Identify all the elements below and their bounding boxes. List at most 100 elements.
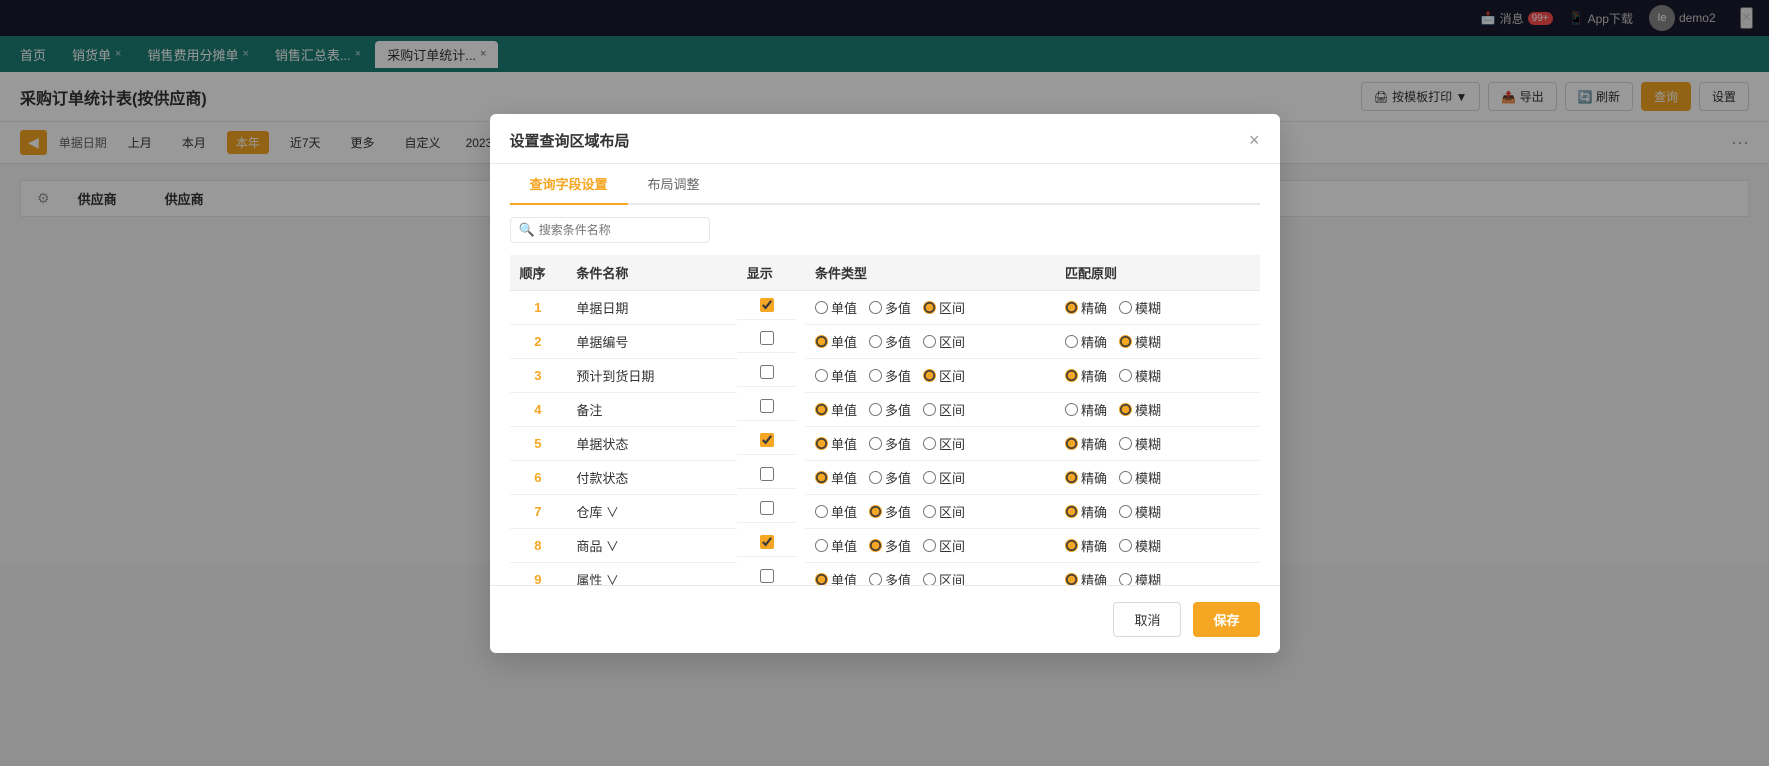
type-range-label[interactable]: 区间 — [923, 502, 965, 521]
type-range-label[interactable]: 区间 — [923, 536, 965, 555]
match-fuzzy-label[interactable]: 模糊 — [1119, 502, 1161, 521]
match-fuzzy-label[interactable]: 模糊 — [1119, 400, 1161, 419]
type-range-radio[interactable] — [923, 539, 936, 552]
match-fuzzy-radio[interactable] — [1119, 403, 1132, 416]
type-range-radio[interactable] — [923, 403, 936, 416]
type-single-label[interactable]: 单值 — [815, 298, 857, 317]
display-checkbox[interactable] — [760, 399, 774, 413]
match-exact-radio[interactable] — [1065, 539, 1078, 552]
type-multi-radio[interactable] — [869, 369, 882, 382]
type-single-radio[interactable] — [815, 539, 828, 552]
match-fuzzy-radio[interactable] — [1119, 539, 1132, 552]
type-range-radio[interactable] — [923, 301, 936, 314]
type-single-radio[interactable] — [815, 573, 828, 585]
type-multi-label[interactable]: 多值 — [869, 298, 911, 317]
type-multi-label[interactable]: 多值 — [869, 366, 911, 385]
type-range-label[interactable]: 区间 — [923, 570, 965, 585]
match-fuzzy-radio[interactable] — [1119, 437, 1132, 450]
cell-display[interactable] — [737, 324, 797, 353]
type-single-label[interactable]: 单值 — [815, 468, 857, 487]
type-single-radio[interactable] — [815, 335, 828, 348]
match-exact-label[interactable]: 精确 — [1065, 468, 1107, 487]
display-checkbox[interactable] — [760, 501, 774, 515]
tab-layout-adjust[interactable]: 布局调整 — [628, 164, 720, 205]
type-single-radio[interactable] — [815, 403, 828, 416]
match-fuzzy-radio[interactable] — [1119, 301, 1132, 314]
type-multi-radio[interactable] — [869, 437, 882, 450]
display-checkbox[interactable] — [760, 569, 774, 583]
type-single-label[interactable]: 单值 — [815, 536, 857, 555]
match-fuzzy-radio[interactable] — [1119, 505, 1132, 518]
type-multi-radio[interactable] — [869, 335, 882, 348]
type-multi-label[interactable]: 多值 — [869, 536, 911, 555]
type-single-label[interactable]: 单值 — [815, 434, 857, 453]
type-multi-radio[interactable] — [869, 301, 882, 314]
type-multi-label[interactable]: 多值 — [869, 400, 911, 419]
type-range-radio[interactable] — [923, 335, 936, 348]
type-single-label[interactable]: 单值 — [815, 570, 857, 585]
match-fuzzy-radio[interactable] — [1119, 471, 1132, 484]
match-exact-label[interactable]: 精确 — [1065, 502, 1107, 521]
match-fuzzy-label[interactable]: 模糊 — [1119, 536, 1161, 555]
type-range-radio[interactable] — [923, 471, 936, 484]
match-exact-radio[interactable] — [1065, 335, 1078, 348]
type-multi-label[interactable]: 多值 — [869, 502, 911, 521]
cell-display[interactable] — [737, 392, 797, 421]
type-range-label[interactable]: 区间 — [923, 434, 965, 453]
match-exact-radio[interactable] — [1065, 437, 1078, 450]
match-exact-label[interactable]: 精确 — [1065, 434, 1107, 453]
type-multi-label[interactable]: 多值 — [869, 332, 911, 351]
match-fuzzy-radio[interactable] — [1119, 335, 1132, 348]
display-checkbox[interactable] — [760, 433, 774, 447]
type-single-radio[interactable] — [815, 505, 828, 518]
dialog-close-button[interactable]: × — [1249, 130, 1260, 151]
type-multi-label[interactable]: 多值 — [869, 468, 911, 487]
cell-display[interactable] — [737, 460, 797, 489]
match-exact-label[interactable]: 精确 — [1065, 536, 1107, 555]
type-range-label[interactable]: 区间 — [923, 366, 965, 385]
cancel-button[interactable]: 取消 — [1113, 602, 1181, 637]
display-checkbox[interactable] — [760, 467, 774, 481]
match-fuzzy-label[interactable]: 模糊 — [1119, 366, 1161, 385]
match-exact-label[interactable]: 精确 — [1065, 332, 1107, 351]
match-exact-radio[interactable] — [1065, 369, 1078, 382]
match-fuzzy-label[interactable]: 模糊 — [1119, 332, 1161, 351]
match-exact-label[interactable]: 精确 — [1065, 366, 1107, 385]
type-single-label[interactable]: 单值 — [815, 400, 857, 419]
type-multi-radio[interactable] — [869, 505, 882, 518]
type-single-radio[interactable] — [815, 301, 828, 314]
match-exact-label[interactable]: 精确 — [1065, 298, 1107, 317]
display-checkbox[interactable] — [760, 535, 774, 549]
match-exact-label[interactable]: 精确 — [1065, 400, 1107, 419]
type-single-radio[interactable] — [815, 471, 828, 484]
type-single-radio[interactable] — [815, 369, 828, 382]
type-range-radio[interactable] — [923, 437, 936, 450]
save-button[interactable]: 保存 — [1193, 602, 1259, 637]
type-range-label[interactable]: 区间 — [923, 468, 965, 487]
type-range-label[interactable]: 区间 — [923, 332, 965, 351]
display-checkbox[interactable] — [760, 331, 774, 345]
type-multi-radio[interactable] — [869, 471, 882, 484]
type-multi-label[interactable]: 多值 — [869, 434, 911, 453]
match-fuzzy-label[interactable]: 模糊 — [1119, 298, 1161, 317]
match-exact-radio[interactable] — [1065, 471, 1078, 484]
match-exact-radio[interactable] — [1065, 301, 1078, 314]
match-fuzzy-radio[interactable] — [1119, 369, 1132, 382]
type-multi-label[interactable]: 多值 — [869, 570, 911, 585]
type-single-label[interactable]: 单值 — [815, 332, 857, 351]
cell-display[interactable] — [737, 562, 797, 585]
type-single-label[interactable]: 单值 — [815, 502, 857, 521]
cell-display[interactable] — [737, 291, 797, 320]
match-exact-radio[interactable] — [1065, 403, 1078, 416]
type-single-label[interactable]: 单值 — [815, 366, 857, 385]
display-checkbox[interactable] — [760, 298, 774, 312]
match-exact-label[interactable]: 精确 — [1065, 570, 1107, 585]
match-fuzzy-label[interactable]: 模糊 — [1119, 434, 1161, 453]
cell-display[interactable] — [737, 528, 797, 557]
match-fuzzy-radio[interactable] — [1119, 573, 1132, 585]
type-range-label[interactable]: 区间 — [923, 298, 965, 317]
display-checkbox[interactable] — [760, 365, 774, 379]
type-range-radio[interactable] — [923, 505, 936, 518]
type-multi-radio[interactable] — [869, 403, 882, 416]
tab-query-fields[interactable]: 查询字段设置 — [510, 164, 628, 205]
